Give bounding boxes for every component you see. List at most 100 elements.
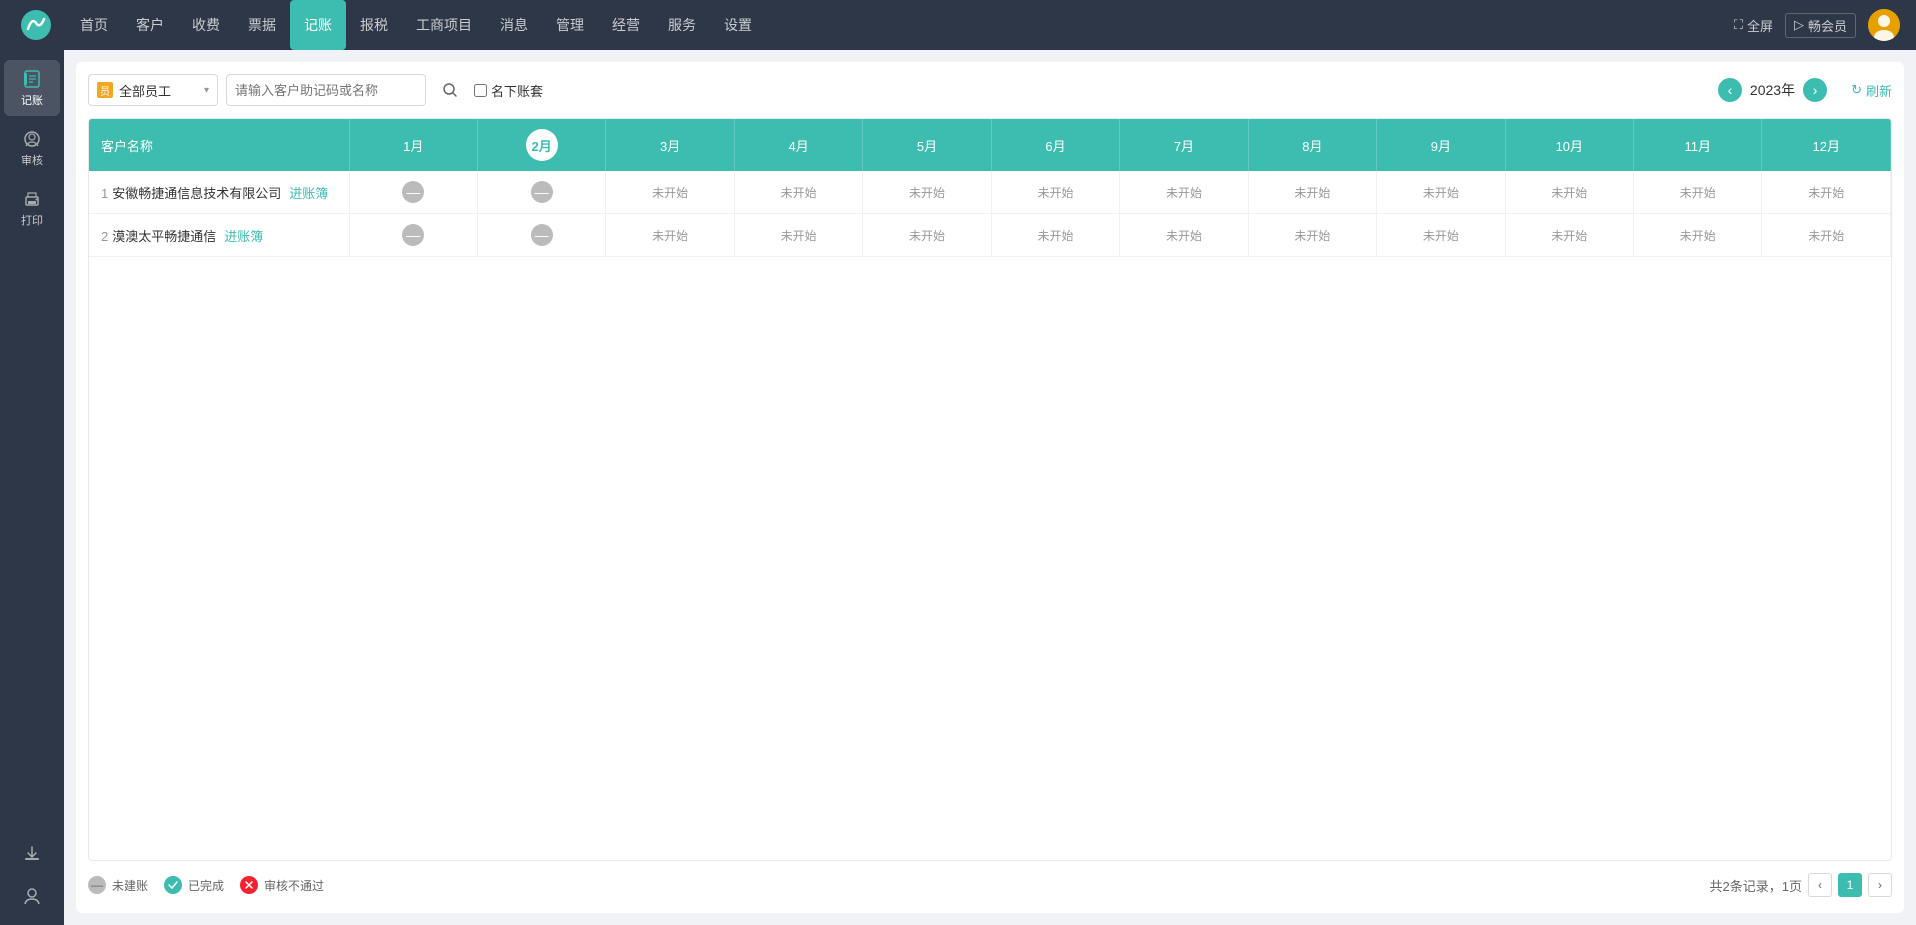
month-cell-m6: 未开始	[991, 214, 1119, 257]
row-index: 2	[101, 229, 108, 244]
my-accounts-checkbox-label[interactable]: 名下账套	[474, 81, 543, 100]
month-cell-m1[interactable]: —	[349, 171, 477, 214]
nav-item-business[interactable]: 工商项目	[402, 0, 486, 50]
user-avatar[interactable]	[1868, 9, 1900, 41]
fullscreen-icon: ⛶	[1734, 17, 1743, 33]
not-started-text: 未开始	[1166, 229, 1202, 243]
pagination: 共2条记录，1页 ‹ 1 ›	[1710, 873, 1892, 897]
search-input-wrap	[226, 74, 426, 106]
status-dot[interactable]: —	[531, 224, 553, 246]
not-started-text: 未开始	[1166, 186, 1202, 200]
month-cell-m9: 未开始	[1377, 214, 1505, 257]
sidebar-item-person[interactable]	[4, 877, 60, 915]
th-m5: 5月	[863, 119, 991, 171]
month-cell-m2[interactable]: —	[477, 171, 605, 214]
month-cell-m12: 未开始	[1762, 214, 1891, 257]
prev-year-button[interactable]: ‹	[1718, 78, 1742, 102]
accounts-table: 客户名称 1月 2月 3月 4月 5月 6月 7月 8月 9月	[89, 119, 1891, 257]
month-cell-m1[interactable]: —	[349, 214, 477, 257]
page-1-button[interactable]: 1	[1838, 873, 1862, 897]
not-started-text: 未开始	[1037, 186, 1073, 200]
legend-not-created: — 未建账	[88, 876, 148, 894]
search-button[interactable]	[434, 74, 466, 106]
chevron-down-icon: ▾	[204, 85, 209, 96]
table-header-row: 客户名称 1月 2月 3月 4月 5月 6月 7月 8月 9月	[89, 119, 1891, 171]
nav-item-home[interactable]: 首页	[66, 0, 122, 50]
employee-select[interactable]: 员 全部员工 ▾	[88, 74, 218, 106]
th-m7: 7月	[1120, 119, 1248, 171]
employee-icon: 员	[97, 82, 113, 98]
month-cell-m11: 未开始	[1634, 171, 1762, 214]
not-started-text: 未开始	[909, 186, 945, 200]
fullscreen-label: 全屏	[1747, 16, 1773, 35]
table-body: 1安徽畅捷通信息技术有限公司进账簿——未开始未开始未开始未开始未开始未开始未开始…	[89, 171, 1891, 257]
nav-item-invoice[interactable]: 票据	[234, 0, 290, 50]
th-m6: 6月	[991, 119, 1119, 171]
sidebar-bottom-area	[4, 835, 60, 915]
th-m9: 9月	[1377, 119, 1505, 171]
month-cell-m4: 未开始	[734, 171, 862, 214]
enter-ledger-link[interactable]: 进账簿	[224, 229, 263, 244]
sidebar-item-accounting[interactable]: 记账	[4, 60, 60, 116]
month-cell-m9: 未开始	[1377, 171, 1505, 214]
not-started-text: 未开始	[781, 229, 817, 243]
not-started-text: 未开始	[1551, 186, 1587, 200]
next-year-button[interactable]: ›	[1803, 78, 1827, 102]
client-name-cell: 1安徽畅捷通信息技术有限公司进账簿	[89, 171, 349, 214]
nav-item-accounting[interactable]: 记账	[290, 0, 346, 50]
next-page-button[interactable]: ›	[1868, 873, 1892, 897]
nav-item-manage[interactable]: 管理	[542, 0, 598, 50]
sidebar-item-download[interactable]	[4, 835, 60, 873]
sidebar-item-print[interactable]: 打印	[4, 180, 60, 236]
total-records-label: 共2条记录，1页	[1710, 876, 1802, 895]
not-created-dot: —	[88, 876, 106, 894]
not-started-text: 未开始	[1551, 229, 1587, 243]
month-cell-m2[interactable]: —	[477, 214, 605, 257]
search-input[interactable]	[235, 83, 417, 98]
refresh-button[interactable]: ↻ 刷新	[1851, 81, 1892, 100]
month-cell-m10: 未开始	[1505, 214, 1633, 257]
person-icon	[21, 885, 43, 907]
top-navigation: 首页 客户 收费 票据 记账 报税 工商项目 消息 管理 经营 服务 设置 ⛶ …	[0, 0, 1916, 50]
app-logo	[16, 5, 56, 45]
my-accounts-checkbox[interactable]	[474, 84, 487, 97]
nav-item-operation[interactable]: 经营	[598, 0, 654, 50]
active-month-circle: 2月	[526, 129, 558, 161]
main-content-area: 员 全部员工 ▾ 名下账套 ‹	[64, 50, 1916, 925]
month-cell-m5: 未开始	[863, 214, 991, 257]
enter-ledger-link[interactable]: 进账簿	[289, 186, 328, 201]
not-started-text: 未开始	[1808, 186, 1844, 200]
fullscreen-button[interactable]: ⛶ 全屏	[1734, 16, 1773, 35]
play-icon: ▷	[1794, 17, 1804, 33]
sidebar-item-accounting-label: 记账	[21, 92, 43, 108]
sidebar-item-audit[interactable]: 审核	[4, 120, 60, 176]
nav-item-customer[interactable]: 客户	[122, 0, 178, 50]
my-accounts-label: 名下账套	[491, 81, 543, 100]
not-started-text: 未开始	[1680, 229, 1716, 243]
status-dot[interactable]: —	[402, 181, 424, 203]
rejected-dot	[240, 876, 258, 894]
nav-item-billing[interactable]: 收费	[178, 0, 234, 50]
month-cell-m11: 未开始	[1634, 214, 1762, 257]
audit-icon	[21, 128, 43, 150]
month-cell-m7: 未开始	[1120, 214, 1248, 257]
not-started-text: 未开始	[1680, 186, 1716, 200]
nav-item-message[interactable]: 消息	[486, 0, 542, 50]
nav-item-service[interactable]: 服务	[654, 0, 710, 50]
month-cell-m4: 未开始	[734, 214, 862, 257]
year-navigation: ‹ 2023年 ›	[1718, 78, 1827, 102]
nav-item-settings[interactable]: 设置	[710, 0, 766, 50]
nav-item-tax[interactable]: 报税	[346, 0, 402, 50]
not-started-text: 未开始	[652, 186, 688, 200]
table-row: 2漠澳太平畅捷通信进账簿——未开始未开始未开始未开始未开始未开始未开始未开始未开…	[89, 214, 1891, 257]
prev-page-button[interactable]: ‹	[1808, 873, 1832, 897]
not-started-text: 未开始	[1037, 229, 1073, 243]
th-m8: 8月	[1248, 119, 1376, 171]
th-m2: 2月	[477, 119, 605, 171]
print-icon	[21, 188, 43, 210]
vip-button[interactable]: ▷ 畅会员	[1785, 13, 1856, 38]
not-started-text: 未开始	[781, 186, 817, 200]
status-dot[interactable]: —	[402, 224, 424, 246]
month-cell-m6: 未开始	[991, 171, 1119, 214]
status-dot[interactable]: —	[531, 181, 553, 203]
